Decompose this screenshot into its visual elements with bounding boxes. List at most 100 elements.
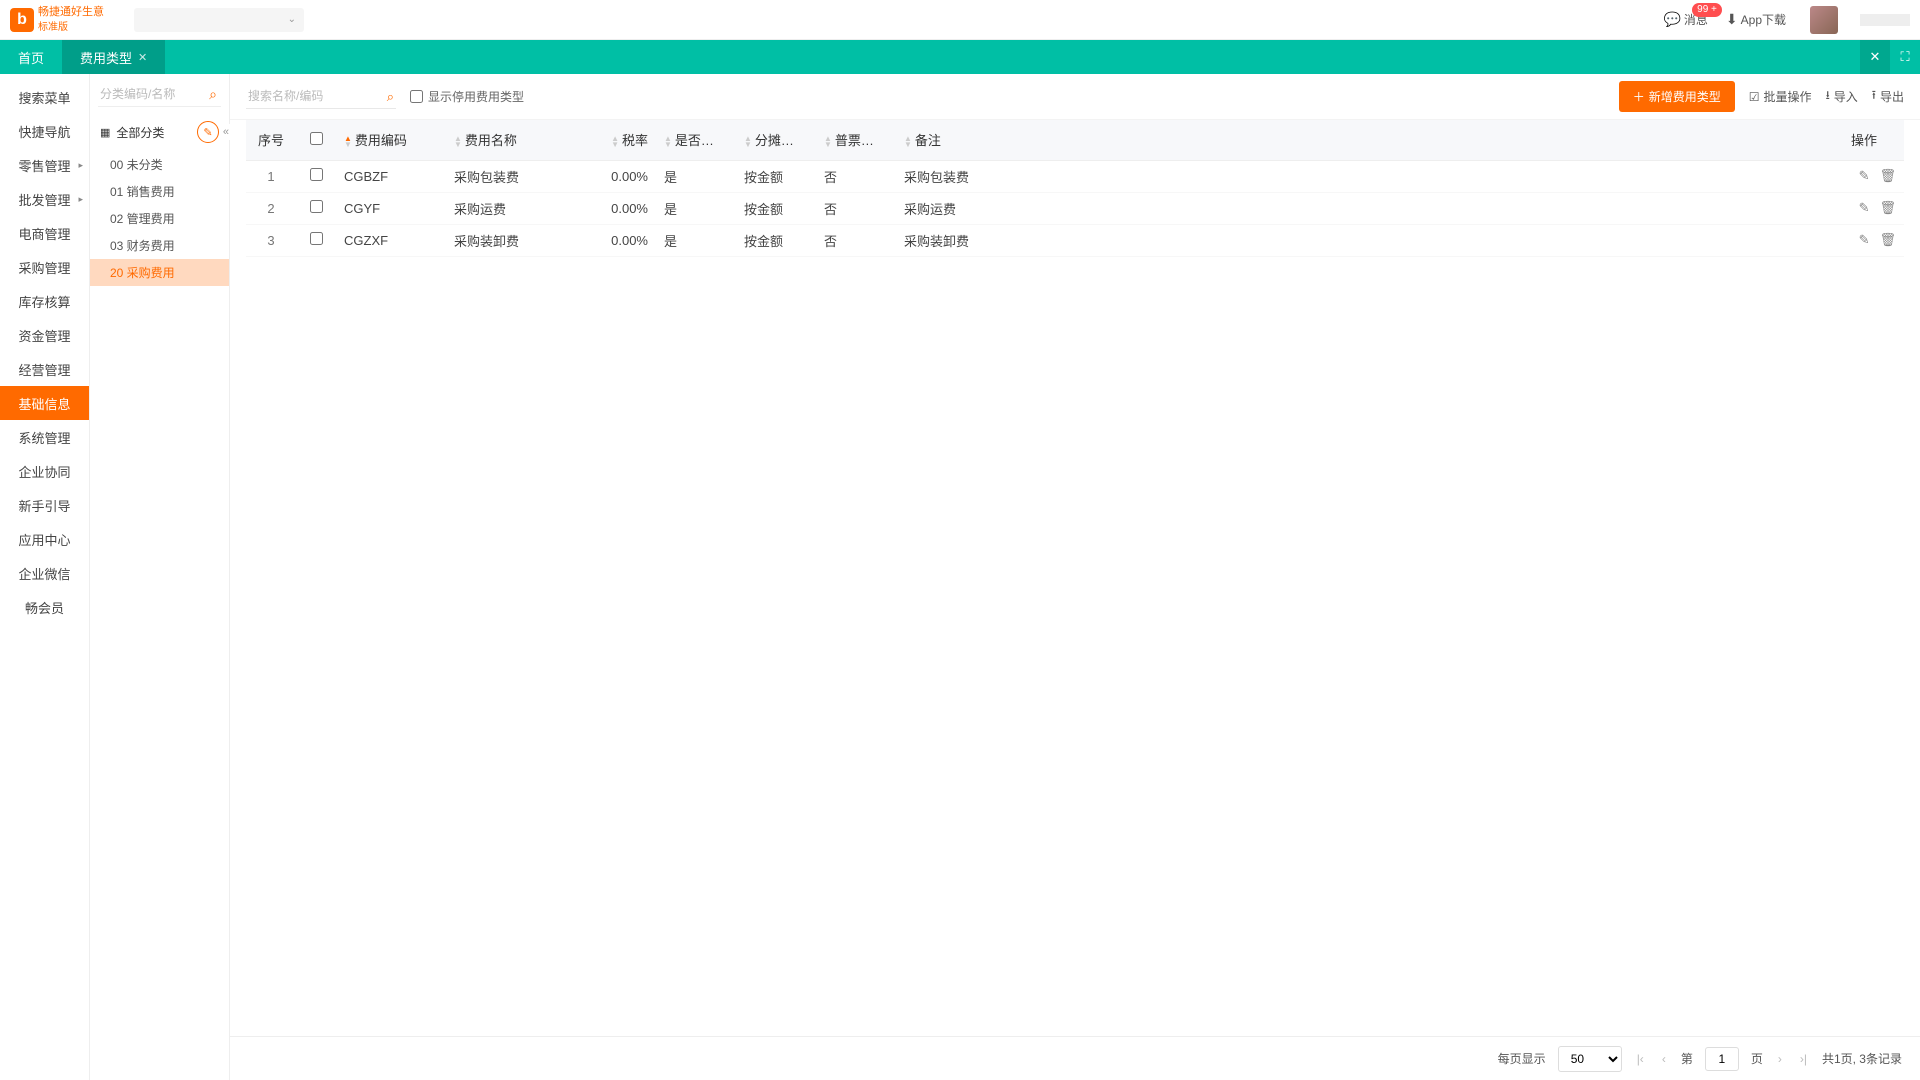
chat-icon: 💬 — [1663, 11, 1680, 28]
table-row: 3CGZXF采购装卸费0.00%是按金额否采购装卸费✎🗑 — [246, 224, 1904, 256]
sidebar-item[interactable]: 应用中心 — [0, 522, 89, 556]
first-page-button[interactable]: |‹ — [1634, 1052, 1647, 1066]
th-alloc[interactable]: ▲▼分摊… — [736, 120, 816, 160]
category-tree-panel: ⌕ « ▦ 全部分类 ✎ 00 未分类01 销售费用02 管理费用03 财务费用… — [90, 74, 230, 1080]
brand-logo: b 畅捷通好生意 标准版 — [10, 6, 104, 33]
sidebar-item[interactable]: 零售管理▸ — [0, 148, 89, 182]
tree-search-input[interactable] — [98, 82, 221, 107]
row-checkbox[interactable] — [310, 168, 323, 181]
chevron-down-icon: ⌄ — [288, 14, 296, 25]
th-code[interactable]: ▲▼费用编码 — [336, 120, 446, 160]
sidebar-item[interactable]: 企业协同 — [0, 454, 89, 488]
tree-all-label: 全部分类 — [116, 124, 164, 141]
tree-node[interactable]: 20 采购费用 — [90, 259, 229, 286]
messages-link[interactable]: 💬 消息 99 + — [1663, 11, 1707, 28]
next-page-button[interactable]: › — [1775, 1052, 1785, 1066]
fullscreen-button[interactable]: ⛶ — [1890, 40, 1920, 74]
batch-icon: ☑ — [1749, 90, 1760, 104]
grid-icon: ▦ — [100, 126, 110, 139]
logo-icon: b — [10, 8, 34, 32]
brand-name: 畅捷通好生意 — [38, 6, 104, 18]
chevron-right-icon: ▸ — [78, 194, 83, 205]
th-name[interactable]: ▲▼费用名称 — [446, 120, 586, 160]
per-page-label: 每页显示 — [1498, 1050, 1546, 1067]
table-search-input[interactable] — [246, 84, 396, 109]
export-icon: ⭱ — [1872, 86, 1876, 107]
table-row: 2CGYF采购运费0.00%是按金额否采购运费✎🗑 — [246, 192, 1904, 224]
topbar-right: 💬 消息 99 + ⬇ App下载 — [1663, 6, 1910, 34]
export-button[interactable]: ⭱导出 — [1872, 86, 1904, 107]
sidebar-item[interactable]: 新手引导 — [0, 488, 89, 522]
sidebar-item[interactable]: 企业微信 — [0, 556, 89, 590]
last-page-button[interactable]: ›| — [1797, 1052, 1810, 1066]
page-size-select[interactable]: 50 — [1558, 1046, 1622, 1072]
user-name-placeholder — [1860, 14, 1910, 26]
show-disabled-checkbox[interactable]: 显示停用费用类型 — [410, 88, 524, 105]
pagination: 每页显示 50 |‹ ‹ 第 页 › ›| 共1页, 3条记录 — [230, 1036, 1920, 1080]
company-selector[interactable]: ⌄ — [134, 8, 304, 32]
edit-icon[interactable]: ✎ — [1859, 200, 1870, 215]
sidebar: 搜索菜单快捷导航零售管理▸批发管理▸电商管理采购管理库存核算资金管理经营管理基础… — [0, 74, 90, 1080]
edit-category-button[interactable]: ✎ — [197, 121, 219, 143]
tab-home[interactable]: 首页 — [0, 40, 62, 74]
avatar[interactable] — [1810, 6, 1838, 34]
edit-icon[interactable]: ✎ — [1859, 232, 1870, 247]
prev-page-button[interactable]: ‹ — [1659, 1052, 1669, 1066]
add-fee-type-button[interactable]: ＋ 新增费用类型 — [1619, 81, 1735, 112]
tab-fee-type[interactable]: 费用类型 ✕ — [62, 40, 165, 74]
tabbar: 首页 费用类型 ✕ ✕ ⛶ — [0, 40, 1920, 74]
plus-icon: ＋ — [1633, 88, 1645, 105]
messages-badge: 99 + — [1692, 3, 1722, 17]
th-op: 操作 — [1824, 120, 1904, 160]
fee-type-table: 序号 ▲▼费用编码 ▲▼费用名称 ▲▼税率 ▲▼是否… ▲▼分摊… ▲▼普票… … — [246, 120, 1904, 257]
search-icon[interactable]: ⌕ — [387, 89, 394, 105]
topbar: b 畅捷通好生意 标准版 ⌄ 💬 消息 99 + ⬇ App下载 — [0, 0, 1920, 40]
th-ticket[interactable]: ▲▼普票… — [816, 120, 896, 160]
th-checkbox — [296, 120, 336, 160]
tab-close-all-button[interactable]: ✕ — [1860, 40, 1890, 74]
th-isbool[interactable]: ▲▼是否… — [656, 120, 736, 160]
batch-ops-button[interactable]: ☑批量操作 — [1749, 88, 1812, 105]
sidebar-item[interactable]: 基础信息 — [0, 386, 89, 420]
app-download-link[interactable]: ⬇ App下载 — [1726, 11, 1786, 28]
row-checkbox[interactable] — [310, 200, 323, 213]
table-row: 1CGBZF采购包装费0.00%是按金额否采购包装费✎🗑 — [246, 160, 1904, 192]
import-button[interactable]: ⭳导入 — [1826, 86, 1858, 107]
sidebar-item[interactable]: 搜索菜单 — [0, 80, 89, 114]
sidebar-item[interactable]: 经营管理 — [0, 352, 89, 386]
delete-icon[interactable]: 🗑 — [1879, 232, 1896, 247]
th-remark[interactable]: ▲▼备注 — [896, 120, 1824, 160]
sidebar-item[interactable]: 库存核算 — [0, 284, 89, 318]
tree-node[interactable]: 00 未分类 — [90, 151, 229, 178]
row-checkbox[interactable] — [310, 232, 323, 245]
select-all-checkbox[interactable] — [310, 132, 323, 145]
toolbar: ⌕ 显示停用费用类型 ＋ 新增费用类型 ☑批量操作 ⭳导入 ⭱导出 — [230, 74, 1920, 120]
import-icon: ⭳ — [1826, 86, 1830, 107]
download-icon: ⬇ — [1726, 11, 1738, 28]
sidebar-item[interactable]: 快捷导航 — [0, 114, 89, 148]
tree-search: ⌕ — [90, 74, 229, 113]
sidebar-item[interactable]: 批发管理▸ — [0, 182, 89, 216]
th-rate[interactable]: ▲▼税率 — [586, 120, 656, 160]
table-search: ⌕ — [246, 84, 396, 109]
page-input[interactable] — [1705, 1047, 1739, 1071]
show-disabled-input[interactable] — [410, 90, 423, 103]
tree-root[interactable]: ▦ 全部分类 ✎ — [90, 113, 229, 151]
tree-node[interactable]: 01 销售费用 — [90, 178, 229, 205]
sidebar-item[interactable]: 电商管理 — [0, 216, 89, 250]
tree-node[interactable]: 02 管理费用 — [90, 205, 229, 232]
th-index: 序号 — [246, 120, 296, 160]
sidebar-item[interactable]: 资金管理 — [0, 318, 89, 352]
search-icon[interactable]: ⌕ — [209, 86, 217, 103]
sidebar-item[interactable]: 系统管理 — [0, 420, 89, 454]
close-icon[interactable]: ✕ — [138, 51, 147, 64]
sidebar-item[interactable]: 采购管理 — [0, 250, 89, 284]
sidebar-item[interactable]: 畅会员 — [0, 590, 89, 624]
tree-node[interactable]: 03 财务费用 — [90, 232, 229, 259]
delete-icon[interactable]: 🗑 — [1879, 168, 1896, 183]
edit-icon[interactable]: ✎ — [1859, 168, 1870, 183]
delete-icon[interactable]: 🗑 — [1879, 200, 1896, 215]
main-content: ⌕ 显示停用费用类型 ＋ 新增费用类型 ☑批量操作 ⭳导入 ⭱导出 序号 — [230, 74, 1920, 1080]
chevron-right-icon: ▸ — [78, 160, 83, 171]
brand-sub: 标准版 — [38, 18, 104, 33]
